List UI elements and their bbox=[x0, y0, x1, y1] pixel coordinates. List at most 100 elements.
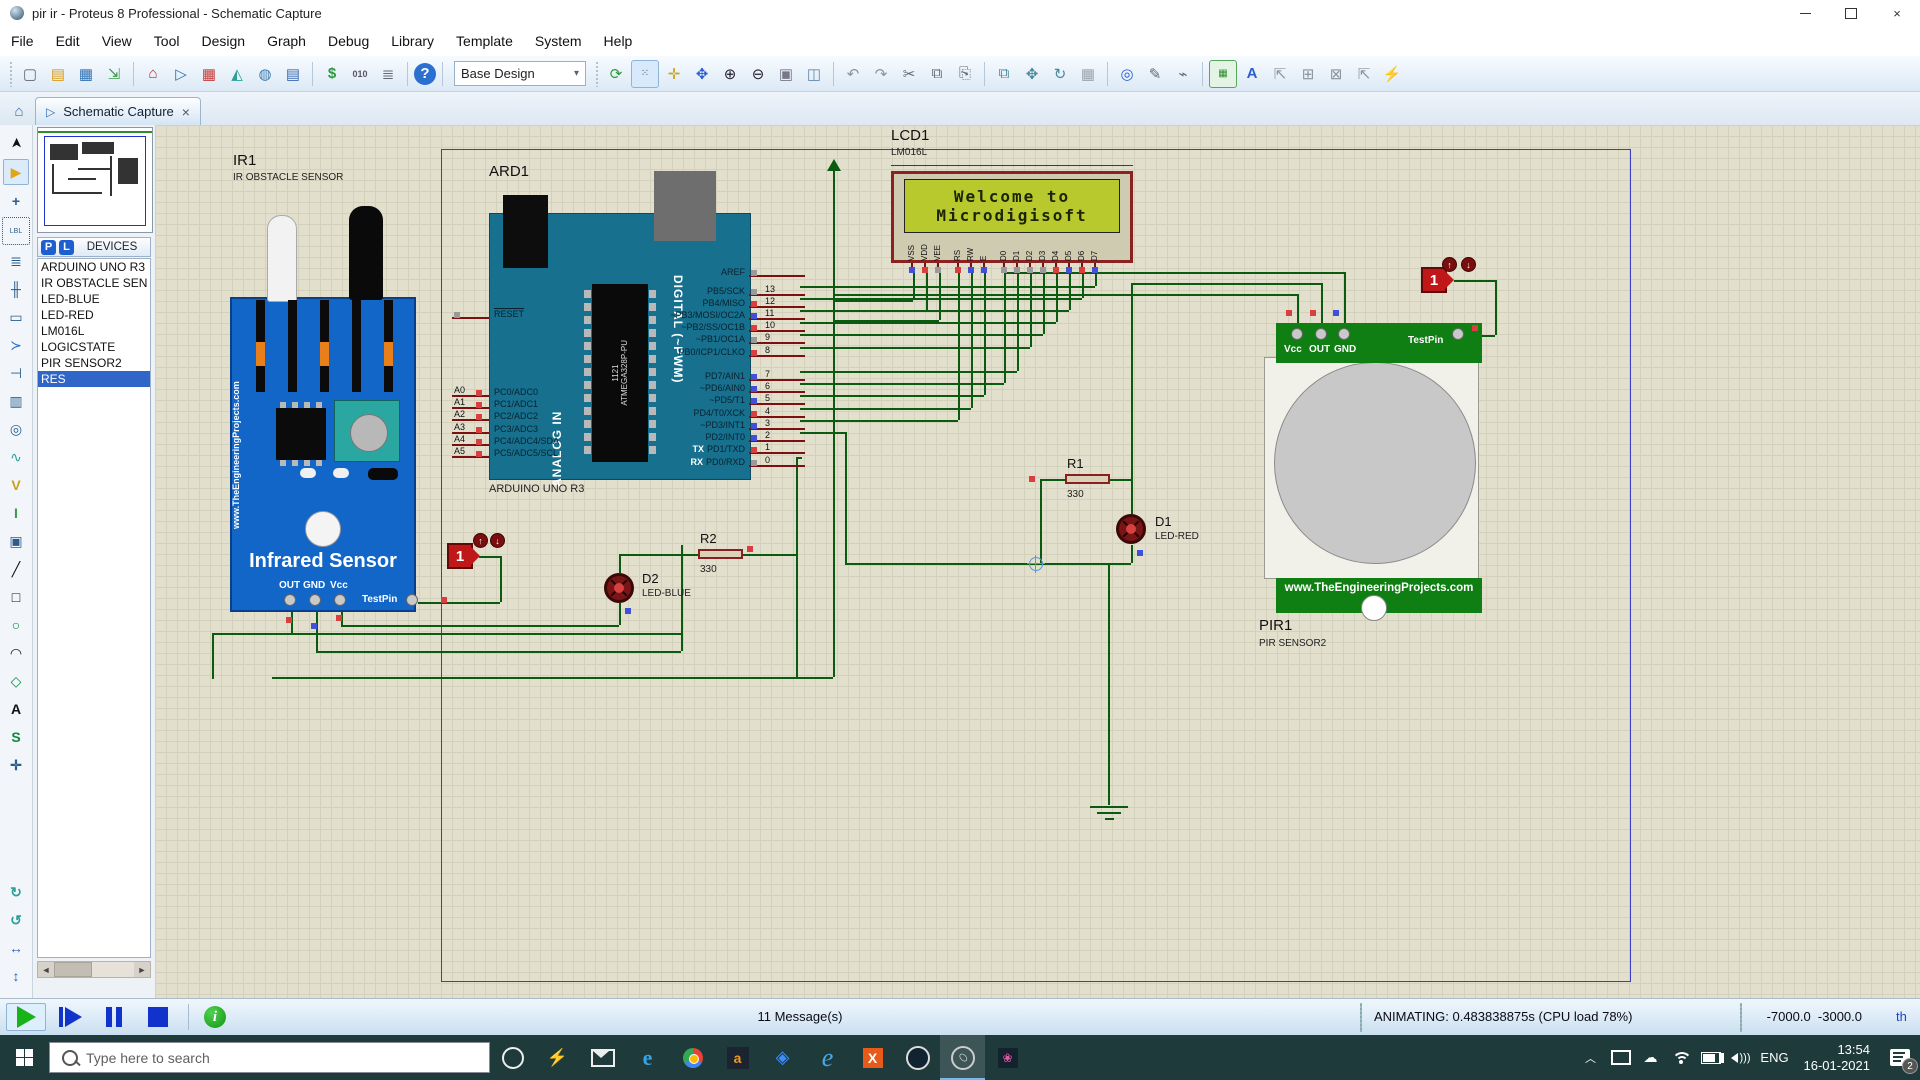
play-button[interactable] bbox=[6, 1003, 46, 1031]
2d-symbol-icon[interactable]: S bbox=[4, 725, 28, 749]
block-move-button[interactable]: ✥ bbox=[1019, 61, 1045, 87]
close-button[interactable]: × bbox=[1874, 0, 1920, 26]
logicstate-pir[interactable]: 1 bbox=[1421, 267, 1447, 293]
ard1-pin-4[interactable]: PD4/T0/XCK 4 bbox=[575, 406, 825, 420]
design-selector[interactable]: Base Design ▾ bbox=[454, 61, 586, 86]
new-sheet-button[interactable]: ⊞ bbox=[1295, 61, 1321, 87]
wifi-icon[interactable] bbox=[1666, 1035, 1696, 1080]
rotate-clockwise-icon[interactable]: ↻ bbox=[4, 880, 28, 904]
2d-line-icon[interactable]: ╱ bbox=[4, 557, 28, 581]
tray-chevron-icon[interactable]: ︿ bbox=[1576, 1035, 1606, 1080]
ir1-pin-gnd[interactable] bbox=[309, 594, 321, 606]
zoom-out-button[interactable]: ⊖ bbox=[745, 61, 771, 87]
lcd1-pin-vdd[interactable]: VDD bbox=[919, 233, 931, 279]
cut-button[interactable]: ✂ bbox=[896, 61, 922, 87]
graph-mode-icon[interactable]: ▥ bbox=[4, 389, 28, 413]
ir1-pin-vcc[interactable] bbox=[334, 594, 346, 606]
start-button[interactable] bbox=[0, 1035, 49, 1080]
lcd1-pin-vss[interactable]: VSS bbox=[906, 233, 918, 279]
lcd1-pin-rs[interactable]: RS bbox=[952, 233, 964, 279]
sheet-list-button[interactable]: ▦ bbox=[1209, 59, 1237, 88]
ard1-pin-12[interactable]: PB4/MISO 12 bbox=[575, 296, 825, 310]
import-project-button[interactable]: ⇲ bbox=[101, 61, 127, 87]
device-pin-icon[interactable]: ⊣ bbox=[4, 361, 28, 385]
menu-help[interactable]: Help bbox=[593, 26, 644, 56]
bill-of-materials-button[interactable]: $ bbox=[319, 61, 345, 87]
lcd1-pin-rw[interactable]: RW bbox=[965, 233, 977, 279]
electrical-check-button[interactable]: ⚡ bbox=[1379, 61, 1405, 87]
terminal-mode-icon[interactable]: ≻ bbox=[4, 333, 28, 357]
language-indicator[interactable]: ENG bbox=[1756, 1035, 1794, 1080]
excel-x-app-icon[interactable]: X bbox=[850, 1035, 895, 1080]
2d-arc-icon[interactable]: ◠ bbox=[4, 641, 28, 665]
lightning-app-icon[interactable]: ⚡ bbox=[535, 1035, 580, 1080]
device-item-led-blue[interactable]: LED-BLUE bbox=[38, 291, 150, 307]
voltage-probe-icon[interactable]: V bbox=[4, 473, 28, 497]
ard1-pin-3[interactable]: ~PD3/INT1 3 bbox=[575, 418, 825, 432]
design-explorer-button[interactable]: ▤ bbox=[280, 61, 306, 87]
menu-debug[interactable]: Debug bbox=[317, 26, 380, 56]
ard1-pin-7[interactable]: PD7/AIN1 7 bbox=[575, 369, 825, 383]
rotate-anticlockwise-icon[interactable]: ↺ bbox=[4, 908, 28, 932]
menu-library[interactable]: Library bbox=[380, 26, 445, 56]
logicstate-ir-toggle-up[interactable]: ↑ bbox=[473, 533, 488, 548]
block-delete-button[interactable]: ▦ bbox=[1075, 61, 1101, 87]
device-item-logicstate[interactable]: LOGICSTATE bbox=[38, 339, 150, 355]
device-item-arduino-uno[interactable]: ARDUINO UNO R3 bbox=[38, 259, 150, 275]
property-assignment-button[interactable]: ✎ bbox=[1142, 61, 1168, 87]
photos-app-icon[interactable]: ❀ bbox=[985, 1035, 1030, 1080]
mail-icon[interactable] bbox=[580, 1035, 625, 1080]
copy-button[interactable]: ⧉ bbox=[924, 61, 950, 87]
message-count[interactable]: 11 Message(s) bbox=[710, 1009, 890, 1024]
pir1-pin-out[interactable] bbox=[1315, 328, 1327, 340]
logicstate-pir-toggle-up[interactable]: ↑ bbox=[1442, 257, 1457, 272]
help-button[interactable]: ? bbox=[414, 62, 436, 85]
scroll-left-icon[interactable]: ◄ bbox=[38, 962, 54, 977]
block-rotate-button[interactable]: ↻ bbox=[1047, 61, 1073, 87]
ard1-pin-5[interactable]: ~PD5/T1 5 bbox=[575, 393, 825, 407]
virtual-instruments-icon[interactable]: ▣ bbox=[4, 529, 28, 553]
buses-icon[interactable]: ╫ bbox=[4, 277, 28, 301]
2d-marker-icon[interactable]: ✛ bbox=[4, 753, 28, 777]
lcd1-pin-d2[interactable]: D2 bbox=[1024, 233, 1036, 279]
block-copy-button[interactable]: ⧉ bbox=[991, 61, 1017, 87]
amazon-app-icon[interactable]: a bbox=[715, 1035, 760, 1080]
zoom-all-button[interactable]: ◫ bbox=[801, 61, 827, 87]
edge-icon[interactable]: e bbox=[625, 1035, 670, 1080]
lcd1-pin-d3[interactable]: D3 bbox=[1037, 233, 1049, 279]
lcd1-pin-d4[interactable]: D4 bbox=[1050, 233, 1062, 279]
current-probe-icon[interactable]: I bbox=[4, 501, 28, 525]
d2-component[interactable] bbox=[604, 573, 634, 603]
new-project-button[interactable]: ▢ bbox=[17, 61, 43, 87]
find-component-button[interactable]: ◎ bbox=[1114, 61, 1140, 87]
schematic-canvas[interactable]: IR1 IR OBSTACLE SENSOR www.TheEngineerin… bbox=[155, 125, 1920, 998]
ard1-pin-8[interactable]: PB0/ICP1/CLKO 8 bbox=[575, 345, 825, 359]
pick-devices-button[interactable]: P bbox=[41, 239, 56, 255]
zoom-in-button[interactable]: ⊕ bbox=[717, 61, 743, 87]
pir1-pin-vcc[interactable] bbox=[1291, 328, 1303, 340]
grid-toggle-button[interactable]: ⁙ bbox=[631, 59, 659, 88]
save-project-button[interactable]: ▦ bbox=[73, 61, 99, 87]
2d-text-icon[interactable]: A bbox=[4, 697, 28, 721]
logicstate-pir-toggle-down[interactable]: ↓ bbox=[1461, 257, 1476, 272]
step-button[interactable] bbox=[50, 1003, 90, 1031]
ir1-testpin[interactable] bbox=[406, 594, 418, 606]
volume-icon[interactable]: ))) bbox=[1718, 1035, 1756, 1080]
ard1-pin-6[interactable]: ~PD6/AIN0 6 bbox=[575, 381, 825, 395]
ard1-pin-9[interactable]: ~PB1/OC1A 9 bbox=[575, 332, 825, 346]
screen-cast-icon[interactable] bbox=[1606, 1035, 1636, 1080]
tab-schematic-capture[interactable]: ▷ Schematic Capture × bbox=[35, 97, 201, 125]
flip-horizontal-icon[interactable]: ↔ bbox=[4, 936, 28, 960]
tape-recorder-icon[interactable]: ◎ bbox=[4, 417, 28, 441]
schematic-overview[interactable] bbox=[37, 127, 153, 233]
wire-autorouter-button[interactable]: ⌁ bbox=[1170, 61, 1196, 87]
pir1-pin-gnd[interactable] bbox=[1338, 328, 1350, 340]
paste-button[interactable]: ⎘ bbox=[952, 61, 978, 87]
schematic-capture-button[interactable]: ▷ bbox=[168, 61, 194, 87]
exit-to-parent-button[interactable]: ⇱ bbox=[1351, 61, 1377, 87]
redraw-button[interactable]: ⟳ bbox=[603, 61, 629, 87]
device-item-led-red[interactable]: LED-RED bbox=[38, 307, 150, 323]
r2-component[interactable] bbox=[698, 549, 743, 559]
internet-explorer-icon[interactable]: e bbox=[805, 1035, 850, 1080]
wire-label-icon[interactable]: LBL bbox=[2, 217, 30, 245]
